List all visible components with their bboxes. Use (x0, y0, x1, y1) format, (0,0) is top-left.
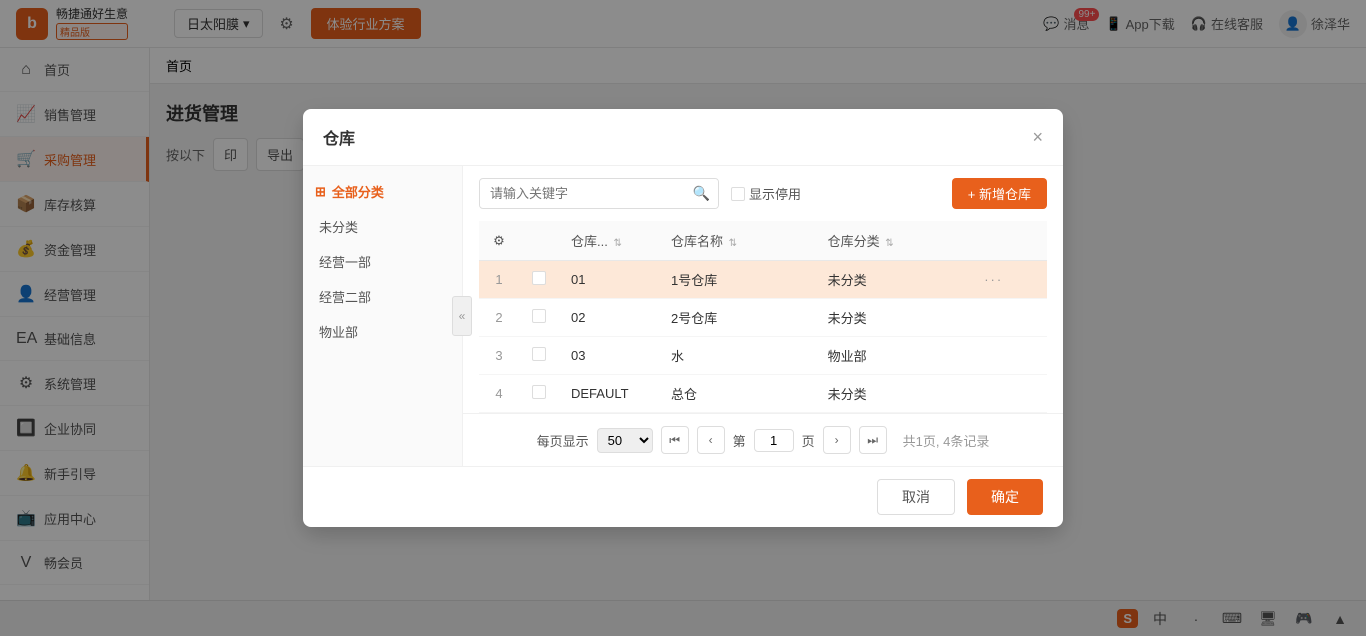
modal-backdrop: 仓库 × ⊞ 全部分类 未分类经营一部经营二部物业部 « (0, 0, 1366, 636)
warehouse-table-container: ⚙ 仓库... ⇅ 仓库名称 ⇅ 仓库分类 ⇅ 1 01 1号仓库 未分类 · (463, 221, 1063, 413)
table-area: 🔍 显示停用 + 新增仓库 ⚙ (463, 166, 1063, 466)
row-checkbox-1[interactable] (519, 299, 559, 337)
warehouse-modal: 仓库 × ⊞ 全部分类 未分类经营一部经营二部物业部 « (303, 109, 1063, 527)
table-row[interactable]: 4 DEFAULT 总仓 未分类 (479, 375, 1047, 413)
col-actions (972, 221, 1047, 261)
row-name-3: 总仓 (659, 375, 816, 413)
modal-header: 仓库 × (303, 109, 1063, 166)
row-code-2: 03 (559, 337, 659, 375)
row-category-1: 未分类 (816, 299, 973, 337)
table-row[interactable]: 2 02 2号仓库 未分类 (479, 299, 1047, 337)
row-checkbox-3[interactable] (519, 375, 559, 413)
modal-title: 仓库 (323, 125, 355, 149)
col-settings: ⚙ (479, 221, 519, 261)
row-actions-1 (972, 299, 1047, 337)
page-number-input[interactable] (754, 429, 794, 452)
col-checkbox (519, 221, 559, 261)
row-category-0: 未分类 (816, 261, 973, 299)
category-all[interactable]: ⊞ 全部分类 (303, 174, 462, 209)
row-num-0: 1 (479, 261, 519, 299)
category-all-label: 全部分类 (332, 182, 384, 201)
show-disabled-checkbox-visual (731, 187, 745, 201)
category-item-0[interactable]: 未分类 (303, 209, 462, 244)
row-name-2: 水 (659, 337, 816, 375)
category-item-1[interactable]: 经营一部 (303, 244, 462, 279)
category-sidebar: ⊞ 全部分类 未分类经营一部经营二部物业部 « (303, 166, 463, 466)
row-name-1: 2号仓库 (659, 299, 816, 337)
collapse-icon: « (459, 309, 466, 323)
row-checkbox-0[interactable] (519, 261, 559, 299)
category-item-3[interactable]: 物业部 (303, 314, 462, 349)
search-box: 🔍 (479, 178, 719, 209)
next-page-button[interactable]: › (823, 426, 851, 454)
page-size-select[interactable]: 50 10 20 100 (597, 428, 653, 453)
row-menu-icon[interactable]: ··· (984, 272, 1003, 287)
col-name: 仓库名称 ⇅ (659, 221, 816, 261)
grid-icon: ⊞ (315, 184, 326, 200)
row-checkbox-2[interactable] (519, 337, 559, 375)
page-size-label: 每页显示 (537, 431, 589, 450)
table-row[interactable]: 1 01 1号仓库 未分类 ··· (479, 261, 1047, 299)
row-num-3: 4 (479, 375, 519, 413)
row-code-1: 02 (559, 299, 659, 337)
modal-body: ⊞ 全部分类 未分类经营一部经营二部物业部 « 🔍 (303, 166, 1063, 466)
category-items: 未分类经营一部经营二部物业部 (303, 209, 462, 349)
row-num-1: 2 (479, 299, 519, 337)
confirm-button[interactable]: 确定 (967, 479, 1043, 515)
modal-footer: 取消 确定 (303, 466, 1063, 527)
row-checkbox-visual-1 (532, 309, 546, 323)
show-disabled-text: 显示停用 (749, 184, 801, 203)
add-warehouse-button[interactable]: + 新增仓库 (952, 178, 1047, 209)
table-toolbar: 🔍 显示停用 + 新增仓库 (463, 166, 1063, 221)
cancel-button[interactable]: 取消 (877, 479, 955, 515)
row-actions-2 (972, 337, 1047, 375)
row-actions-0: ··· (972, 261, 1047, 299)
row-category-2: 物业部 (816, 337, 973, 375)
row-code-0: 01 (559, 261, 659, 299)
row-checkbox-visual-0 (532, 271, 546, 285)
row-name-0: 1号仓库 (659, 261, 816, 299)
first-page-button[interactable]: ⏮ (661, 426, 689, 454)
search-icon-button[interactable]: 🔍 (685, 179, 718, 208)
category-collapse-button[interactable]: « (452, 296, 472, 336)
warehouse-table-body: 1 01 1号仓库 未分类 ··· 2 02 2号仓库 未分类 3 03 水 物… (479, 261, 1047, 413)
pagination: 每页显示 50 10 20 100 ⏮ ‹ 第 页 › ⏭ 共1页, 4条记录 (463, 413, 1063, 466)
modal-close-button[interactable]: × (1032, 128, 1043, 146)
col-category: 仓库分类 ⇅ (816, 221, 973, 261)
last-page-button[interactable]: ⏭ (859, 426, 887, 454)
category-item-2[interactable]: 经营二部 (303, 279, 462, 314)
show-disabled-label[interactable]: 显示停用 (731, 184, 801, 203)
table-row[interactable]: 3 03 水 物业部 (479, 337, 1047, 375)
row-actions-3 (972, 375, 1047, 413)
page-label: 页 (802, 431, 815, 450)
prev-page-button[interactable]: ‹ (697, 426, 725, 454)
table-header: ⚙ 仓库... ⇅ 仓库名称 ⇅ 仓库分类 ⇅ (479, 221, 1047, 261)
warehouse-table: ⚙ 仓库... ⇅ 仓库名称 ⇅ 仓库分类 ⇅ 1 01 1号仓库 未分类 · (479, 221, 1047, 413)
row-checkbox-visual-2 (532, 347, 546, 361)
col-code: 仓库... ⇅ (559, 221, 659, 261)
page-total-info: 共1页, 4条记录 (903, 431, 990, 450)
row-num-2: 3 (479, 337, 519, 375)
row-checkbox-visual-3 (532, 385, 546, 399)
row-category-3: 未分类 (816, 375, 973, 413)
search-input[interactable] (480, 180, 685, 207)
page-word: 第 (733, 431, 746, 450)
row-code-3: DEFAULT (559, 375, 659, 413)
